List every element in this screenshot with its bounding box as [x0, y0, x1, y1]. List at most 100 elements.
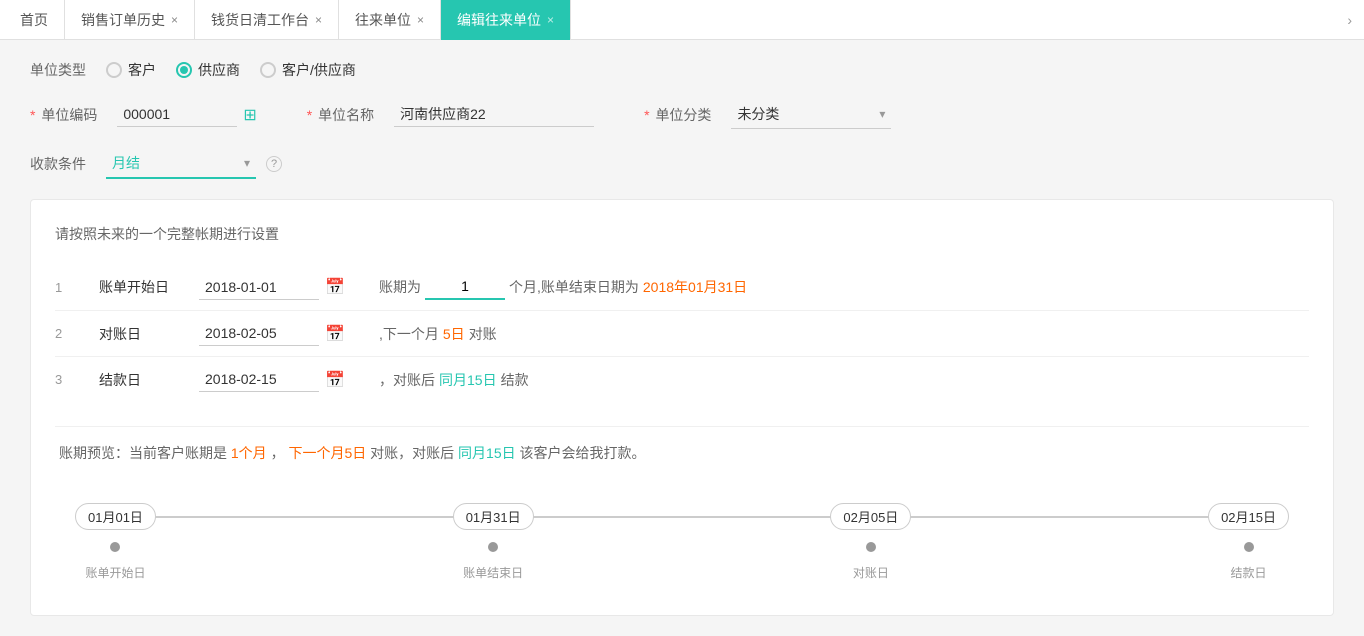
- unit-code-input[interactable]: [117, 102, 237, 127]
- radio-customer-label: 客户: [128, 60, 156, 80]
- radio-supplier-label: 供应商: [198, 60, 240, 80]
- step-label-2: 对账日: [99, 324, 179, 344]
- period-label: 账期为: [379, 277, 421, 297]
- timeline-badge-1: 01月01日: [75, 503, 156, 530]
- step-date-input-2[interactable]: [199, 321, 319, 346]
- timeline-dot-1: [110, 542, 120, 552]
- timeline-dot-2: [488, 542, 498, 552]
- preview-2: 下一个月5日: [288, 445, 366, 461]
- tab-cash-work[interactable]: 钱货日清工作台 ×: [195, 0, 339, 40]
- preview-3: 同月15日: [458, 445, 516, 461]
- unit-type-radio-group: 客户 供应商 客户/供应商: [106, 60, 356, 80]
- timeline-point-2: 01月31日 账单结束日: [453, 503, 534, 581]
- radio-customer-supplier-label: 客户/供应商: [282, 60, 356, 80]
- preview-end: 该客户会给我打款。: [520, 445, 646, 461]
- steps-table: 1 账单开始日 📅 账期为 个月,账单结束日期为 2018年01月31日 2 对…: [55, 264, 1309, 402]
- unit-code-field-group: ⊞: [117, 102, 256, 127]
- step-row-2: 2 对账日 📅 ,下一个月 5日 对账: [55, 311, 1309, 357]
- calendar-icon-3[interactable]: 📅: [325, 370, 345, 390]
- timeline-label-1: 账单开始日: [85, 564, 145, 581]
- step-num-1: 1: [55, 280, 79, 295]
- help-icon[interactable]: ?: [266, 156, 282, 172]
- card-title: 请按照未来的一个完整帐期进行设置: [55, 224, 1309, 244]
- close-icon[interactable]: ×: [547, 13, 554, 27]
- payment-terms-label: 收款条件: [30, 154, 86, 174]
- payment-terms-select[interactable]: 月结 ▾: [106, 149, 256, 179]
- preview-mid2: 对账，对账后: [370, 445, 454, 461]
- required-star: *: [30, 107, 35, 123]
- period-value-input[interactable]: [425, 274, 505, 300]
- tab-sales-history-label: 销售订单历史: [81, 10, 165, 30]
- radio-supplier[interactable]: 供应商: [176, 60, 240, 80]
- tab-home[interactable]: 首页: [0, 0, 65, 40]
- step-label-3: 结款日: [99, 370, 179, 390]
- unit-details-row: * 单位编码 ⊞ * 单位名称 * 单位分类 未分类 ▾: [30, 100, 1334, 129]
- step-desc-2: ,下一个月 5日 对账: [379, 324, 497, 344]
- timeline-points: 01月01日 账单开始日 01月31日 账单结束日 02月05日 对账日: [75, 503, 1289, 581]
- step-num-3: 3: [55, 372, 79, 387]
- radio-customer-circle: [106, 62, 122, 78]
- unit-name-label: * 单位名称: [307, 105, 374, 125]
- close-icon[interactable]: ×: [417, 13, 424, 27]
- close-icon[interactable]: ×: [315, 13, 322, 27]
- calendar-icon-2[interactable]: 📅: [325, 324, 345, 344]
- step-desc-3: ，对账后 同月15日 结款: [379, 370, 529, 390]
- tab-home-label: 首页: [20, 10, 48, 30]
- step2-prefix: ,下一个月: [379, 324, 439, 344]
- tab-partner[interactable]: 往来单位 ×: [339, 0, 441, 40]
- step-date-2: 📅: [199, 321, 359, 346]
- step-date-input-1[interactable]: [199, 275, 319, 300]
- payment-terms-field-group: 月结 ▾ ?: [106, 149, 282, 179]
- timeline-badge-2: 01月31日: [453, 503, 534, 530]
- step-date-input-3[interactable]: [199, 367, 319, 392]
- unit-category-value: 未分类: [737, 104, 779, 124]
- timeline-dot-3: [866, 542, 876, 552]
- tab-more-button[interactable]: ›: [1335, 0, 1364, 40]
- radio-customer-supplier[interactable]: 客户/供应商: [260, 60, 356, 80]
- step-date-3: 📅: [199, 367, 359, 392]
- preview-1: 1个月: [231, 445, 267, 461]
- unit-name-input[interactable]: [394, 102, 594, 127]
- step-num-2: 2: [55, 326, 79, 341]
- unit-type-label: 单位类型: [30, 60, 86, 80]
- tab-edit-partner-label: 编辑往来单位: [457, 10, 541, 30]
- unit-code-label: * 单位编码: [30, 105, 97, 125]
- preview-text: 账期预览：当前客户账期是 1个月 ， 下一个月5日 对账，对账后 同月15日 该…: [55, 443, 1309, 463]
- timeline: 01月01日 账单开始日 01月31日 账单结束日 02月05日 对账日: [55, 483, 1309, 591]
- timeline-point-1: 01月01日 账单开始日: [75, 503, 156, 581]
- close-icon[interactable]: ×: [171, 13, 178, 27]
- timeline-point-3: 02月05日 对账日: [830, 503, 911, 581]
- preview-mid1: ，: [271, 445, 285, 461]
- copy-icon[interactable]: ⊞: [243, 105, 256, 125]
- tab-sales-history[interactable]: 销售订单历史 ×: [65, 0, 195, 40]
- step2-highlight: 5日: [443, 324, 465, 344]
- timeline-badge-4: 02月15日: [1208, 503, 1289, 530]
- period-unit: 个月,账单结束日期为: [509, 277, 639, 297]
- tab-edit-partner[interactable]: 编辑往来单位 ×: [441, 0, 571, 40]
- step-row-1: 1 账单开始日 📅 账期为 个月,账单结束日期为 2018年01月31日: [55, 264, 1309, 311]
- step-date-1: 📅: [199, 275, 359, 300]
- step-label-1: 账单开始日: [99, 277, 179, 297]
- step3-suffix: 结款: [501, 370, 529, 390]
- unit-category-select[interactable]: 未分类 ▾: [731, 100, 891, 129]
- step-desc-1: 账期为 个月,账单结束日期为 2018年01月31日: [379, 274, 747, 300]
- settings-card: 请按照未来的一个完整帐期进行设置 1 账单开始日 📅 账期为 个月,账单结束日期…: [30, 199, 1334, 616]
- required-star3: *: [644, 107, 649, 123]
- timeline-dot-4: [1244, 542, 1254, 552]
- timeline-label-4: 结款日: [1231, 564, 1267, 581]
- calendar-icon-1[interactable]: 📅: [325, 277, 345, 297]
- chevron-down-icon2: ▾: [244, 156, 250, 170]
- unit-type-row: 单位类型 客户 供应商 客户/供应商: [30, 60, 1334, 80]
- timeline-label-2: 账单结束日: [463, 564, 523, 581]
- step3-highlight: 同月15日: [439, 370, 497, 390]
- chevron-down-icon: ▾: [879, 107, 885, 121]
- timeline-label-3: 对账日: [853, 564, 889, 581]
- preview-label: 账期预览：当前客户账期是: [59, 445, 227, 461]
- radio-customer[interactable]: 客户: [106, 60, 156, 80]
- radio-customer-supplier-circle: [260, 62, 276, 78]
- tab-cash-work-label: 钱货日清工作台: [211, 10, 309, 30]
- tab-partner-label: 往来单位: [355, 10, 411, 30]
- step3-prefix: ，对账后: [379, 370, 435, 390]
- timeline-badge-3: 02月05日: [830, 503, 911, 530]
- payment-terms-value: 月结: [112, 153, 140, 173]
